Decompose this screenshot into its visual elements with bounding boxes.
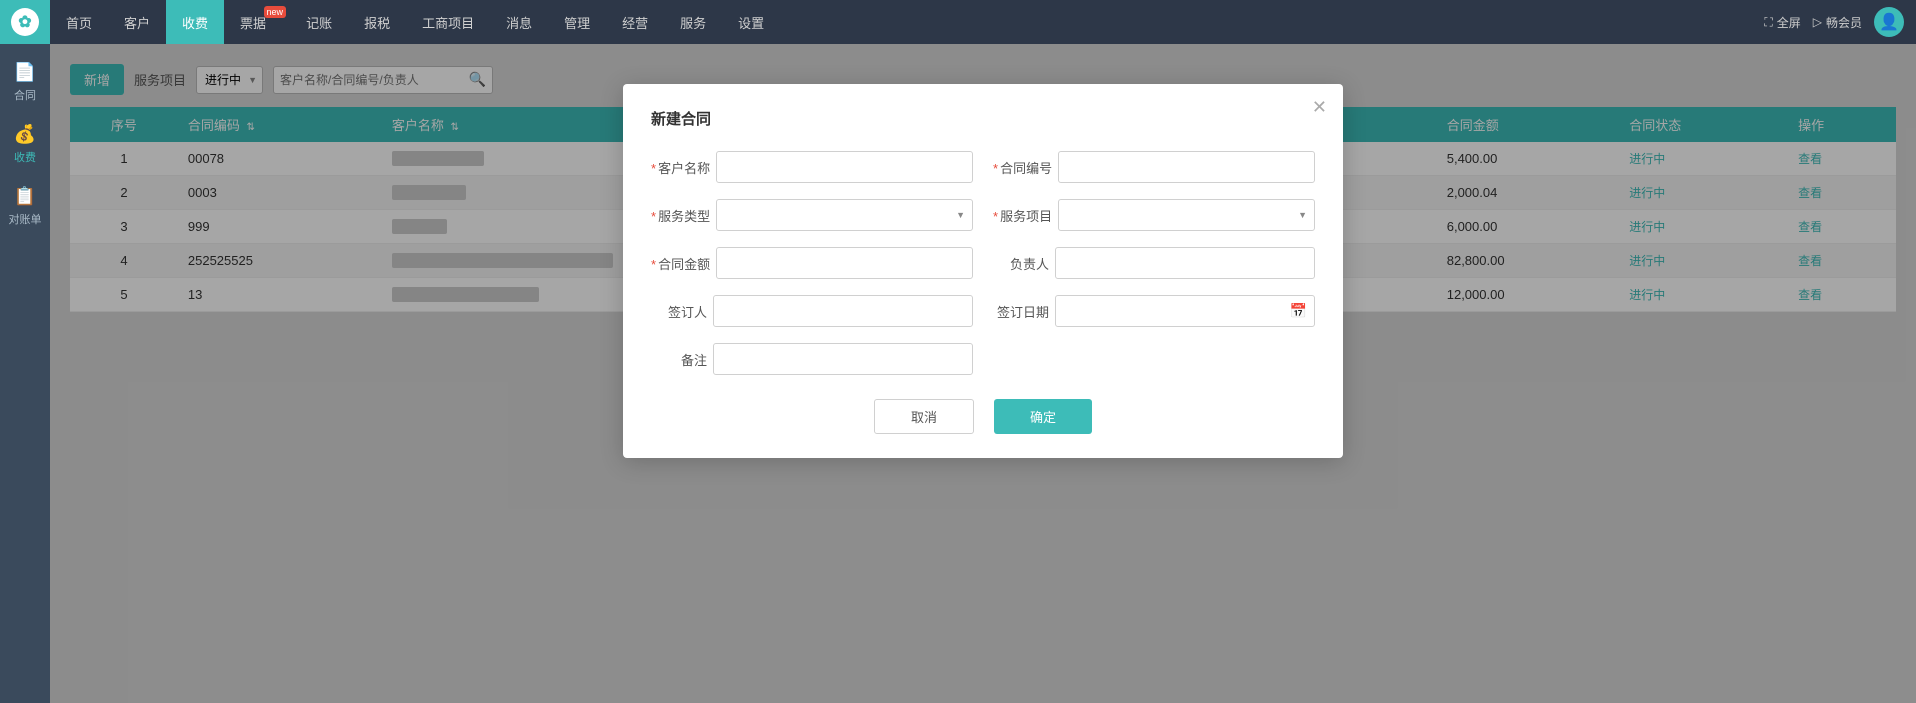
sidebar-item-contract[interactable]: 📄 合同 [0,54,50,111]
top-navigation: ✿ 首页 客户 收费 票据 new 记账 报税 工商项目 消息 管理 经营 服务… [0,0,1916,44]
sidebar-label-fee: 收费 [14,149,36,165]
service-type-group: *服务类型 [651,199,973,231]
sidebar-item-fee[interactable]: 💰 收费 [0,116,50,173]
reconcile-icon: 📋 [14,186,36,207]
logo[interactable]: ✿ [0,0,50,44]
contract-amount-label: *合同金额 [651,254,710,273]
confirm-button[interactable]: 确定 [994,399,1092,434]
nav-home[interactable]: 首页 [50,0,108,44]
nav-business[interactable]: 工商项目 [406,0,490,44]
calendar-icon[interactable]: 📅 [1290,303,1307,320]
form-row-2: *服务类型 *服务项目 [651,199,1315,231]
nav-service[interactable]: 服务 [664,0,722,44]
contract-icon: 📄 [14,62,36,83]
member-button[interactable]: ▷ 畅会员 [1813,14,1862,31]
fullscreen-icon: ⛶ [1764,15,1772,30]
sidebar: 📄 合同 💰 收费 📋 对账单 [0,44,50,703]
service-item-group: *服务项目 [993,199,1315,231]
new-badge: new [264,6,287,18]
cancel-button[interactable]: 取消 [874,399,974,434]
content-area: 新增 服务项目 进行中 已完成 已终止 🔍 序号 合同编码 [50,44,1916,703]
nav-manage[interactable]: 管理 [548,0,606,44]
contract-amount-group: *合同金额 0.00 [651,247,973,279]
sidebar-item-reconcile[interactable]: 📋 对账单 [0,178,50,235]
remark-group: 备注 [651,343,973,375]
modal-close-button[interactable]: ✕ [1312,98,1327,116]
remark-input[interactable] [713,343,973,375]
fullscreen-button[interactable]: ⛶ 全屏 [1764,14,1800,31]
service-type-label: *服务类型 [651,206,710,225]
responsible-person-group: 负责人 [993,247,1315,279]
form-row-3: *合同金额 0.00 负责人 [651,247,1315,279]
remark-label: 备注 [651,350,707,369]
form-row-1: *客户名称 *合同编号 [651,151,1315,183]
fee-icon: 💰 [14,124,36,145]
new-contract-modal: 新建合同 ✕ *客户名称 *合同编号 [623,84,1343,458]
nav-accounting[interactable]: 记账 [290,0,348,44]
nav-settings[interactable]: 设置 [722,0,780,44]
nav-bill[interactable]: 票据 new [224,0,290,44]
nav-fee[interactable]: 收费 [166,0,224,44]
customer-name-group: *客户名称 [651,151,973,183]
contract-no-group: *合同编号 [993,151,1315,183]
sign-date-wrap: 2023-06-06 📅 [1055,295,1315,327]
signer-group: 签订人 [651,295,973,327]
user-avatar[interactable]: 👤 [1874,7,1904,37]
nav-right: ⛶ 全屏 ▷ 畅会员 👤 [1764,7,1904,37]
logo-icon: ✿ [11,8,39,36]
modal-overlay: 新建合同 ✕ *客户名称 *合同编号 [50,44,1916,703]
modal-title: 新建合同 [651,108,1315,129]
play-icon: ▷ [1813,15,1822,29]
form-row-4: 签订人 签订日期 2023-06-06 📅 [651,295,1315,327]
responsible-person-label: 负责人 [993,254,1049,273]
responsible-person-input[interactable] [1055,247,1315,279]
service-item-select[interactable] [1058,199,1315,231]
service-type-select-wrap [716,199,973,231]
signer-label: 签订人 [651,302,707,321]
nav-tax[interactable]: 报税 [348,0,406,44]
contract-no-input[interactable] [1058,151,1315,183]
sign-date-group: 签订日期 2023-06-06 📅 [993,295,1315,327]
modal-footer: 取消 确定 [651,399,1315,434]
service-item-select-wrap [1058,199,1315,231]
sign-date-input[interactable]: 2023-06-06 [1055,295,1315,327]
nav-items: 首页 客户 收费 票据 new 记账 报税 工商项目 消息 管理 经营 服务 设… [50,0,1764,44]
service-item-label: *服务项目 [993,206,1052,225]
customer-name-label: *客户名称 [651,158,710,177]
contract-amount-input[interactable]: 0.00 [716,247,973,279]
nav-message[interactable]: 消息 [490,0,548,44]
form-row-5: 备注 [651,343,1315,375]
nav-customer[interactable]: 客户 [108,0,166,44]
signer-input[interactable] [713,295,973,327]
service-type-select[interactable] [716,199,973,231]
contract-no-label: *合同编号 [993,158,1052,177]
nav-operation[interactable]: 经营 [606,0,664,44]
main-layout: 📄 合同 💰 收费 📋 对账单 新增 服务项目 进行中 已完成 已终止 [0,44,1916,703]
customer-name-input[interactable] [716,151,973,183]
sidebar-label-reconcile: 对账单 [9,211,42,227]
sign-date-label: 签订日期 [993,302,1049,321]
sidebar-label-contract: 合同 [14,87,36,103]
